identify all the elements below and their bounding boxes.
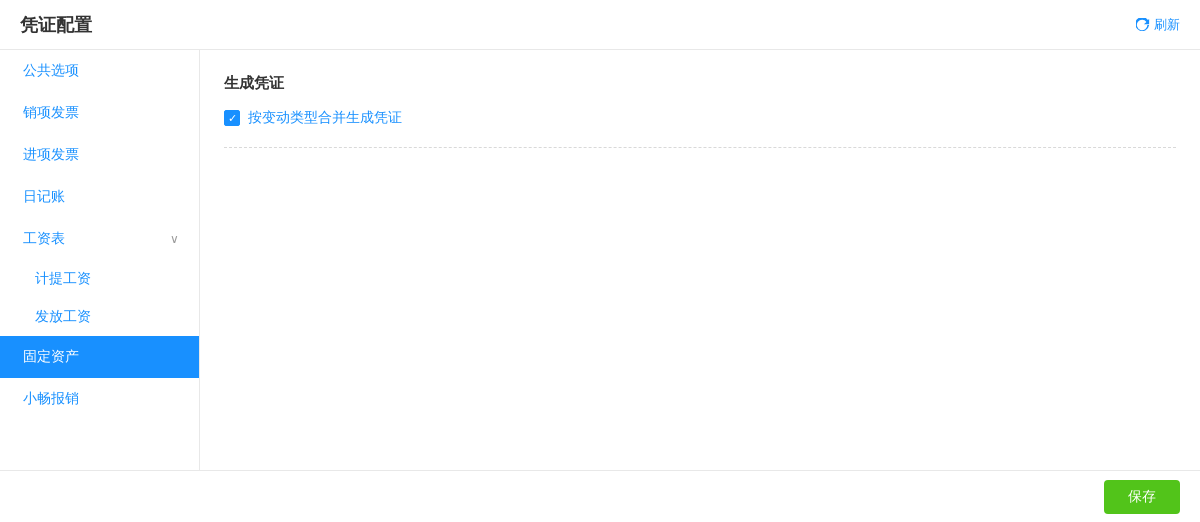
sidebar: 公共选项 销项发票 进项发票 日记账 工资表 ∨ 计提工资 发放工资 固定资产 … xyxy=(0,50,200,470)
sidebar-item-journal[interactable]: 日记账 xyxy=(0,176,199,218)
sidebar-item-public[interactable]: 公共选项 xyxy=(0,50,199,92)
chevron-down-icon: ∨ xyxy=(170,232,179,246)
section-divider xyxy=(224,147,1176,148)
sidebar-item-payroll-calc[interactable]: 计提工资 xyxy=(0,260,199,298)
section-title: 生成凭证 xyxy=(224,74,1176,93)
refresh-label: 刷新 xyxy=(1154,16,1180,34)
checkbox-row: 按变动类型合并生成凭证 xyxy=(224,109,1176,127)
page-wrapper: 凭证配置 刷新 公共选项 销项发票 进项发票 日记账 工资表 ∨ 计提工资 发放… xyxy=(0,0,1200,522)
refresh-icon xyxy=(1136,18,1150,32)
sidebar-item-fixed-assets[interactable]: 固定资产 xyxy=(0,336,199,378)
sidebar-item-sales-invoice[interactable]: 销项发票 xyxy=(0,92,199,134)
save-button[interactable]: 保存 xyxy=(1104,480,1180,514)
content-area: 生成凭证 按变动类型合并生成凭证 xyxy=(200,50,1200,470)
sidebar-item-payroll-label: 工资表 xyxy=(23,230,65,248)
main-layout: 公共选项 销项发票 进项发票 日记账 工资表 ∨ 计提工资 发放工资 固定资产 … xyxy=(0,50,1200,470)
sidebar-item-payroll-issue[interactable]: 发放工资 xyxy=(0,298,199,336)
sidebar-item-expense[interactable]: 小畅报销 xyxy=(0,378,199,420)
page-title: 凭证配置 xyxy=(20,13,92,37)
checkbox-label[interactable]: 按变动类型合并生成凭证 xyxy=(248,109,402,127)
footer: 保存 xyxy=(0,470,1200,522)
sidebar-item-payroll[interactable]: 工资表 ∨ xyxy=(0,218,199,260)
sidebar-item-purchase-invoice[interactable]: 进项发票 xyxy=(0,134,199,176)
merge-checkbox[interactable] xyxy=(224,110,240,126)
header: 凭证配置 刷新 xyxy=(0,0,1200,50)
refresh-button[interactable]: 刷新 xyxy=(1136,16,1180,34)
